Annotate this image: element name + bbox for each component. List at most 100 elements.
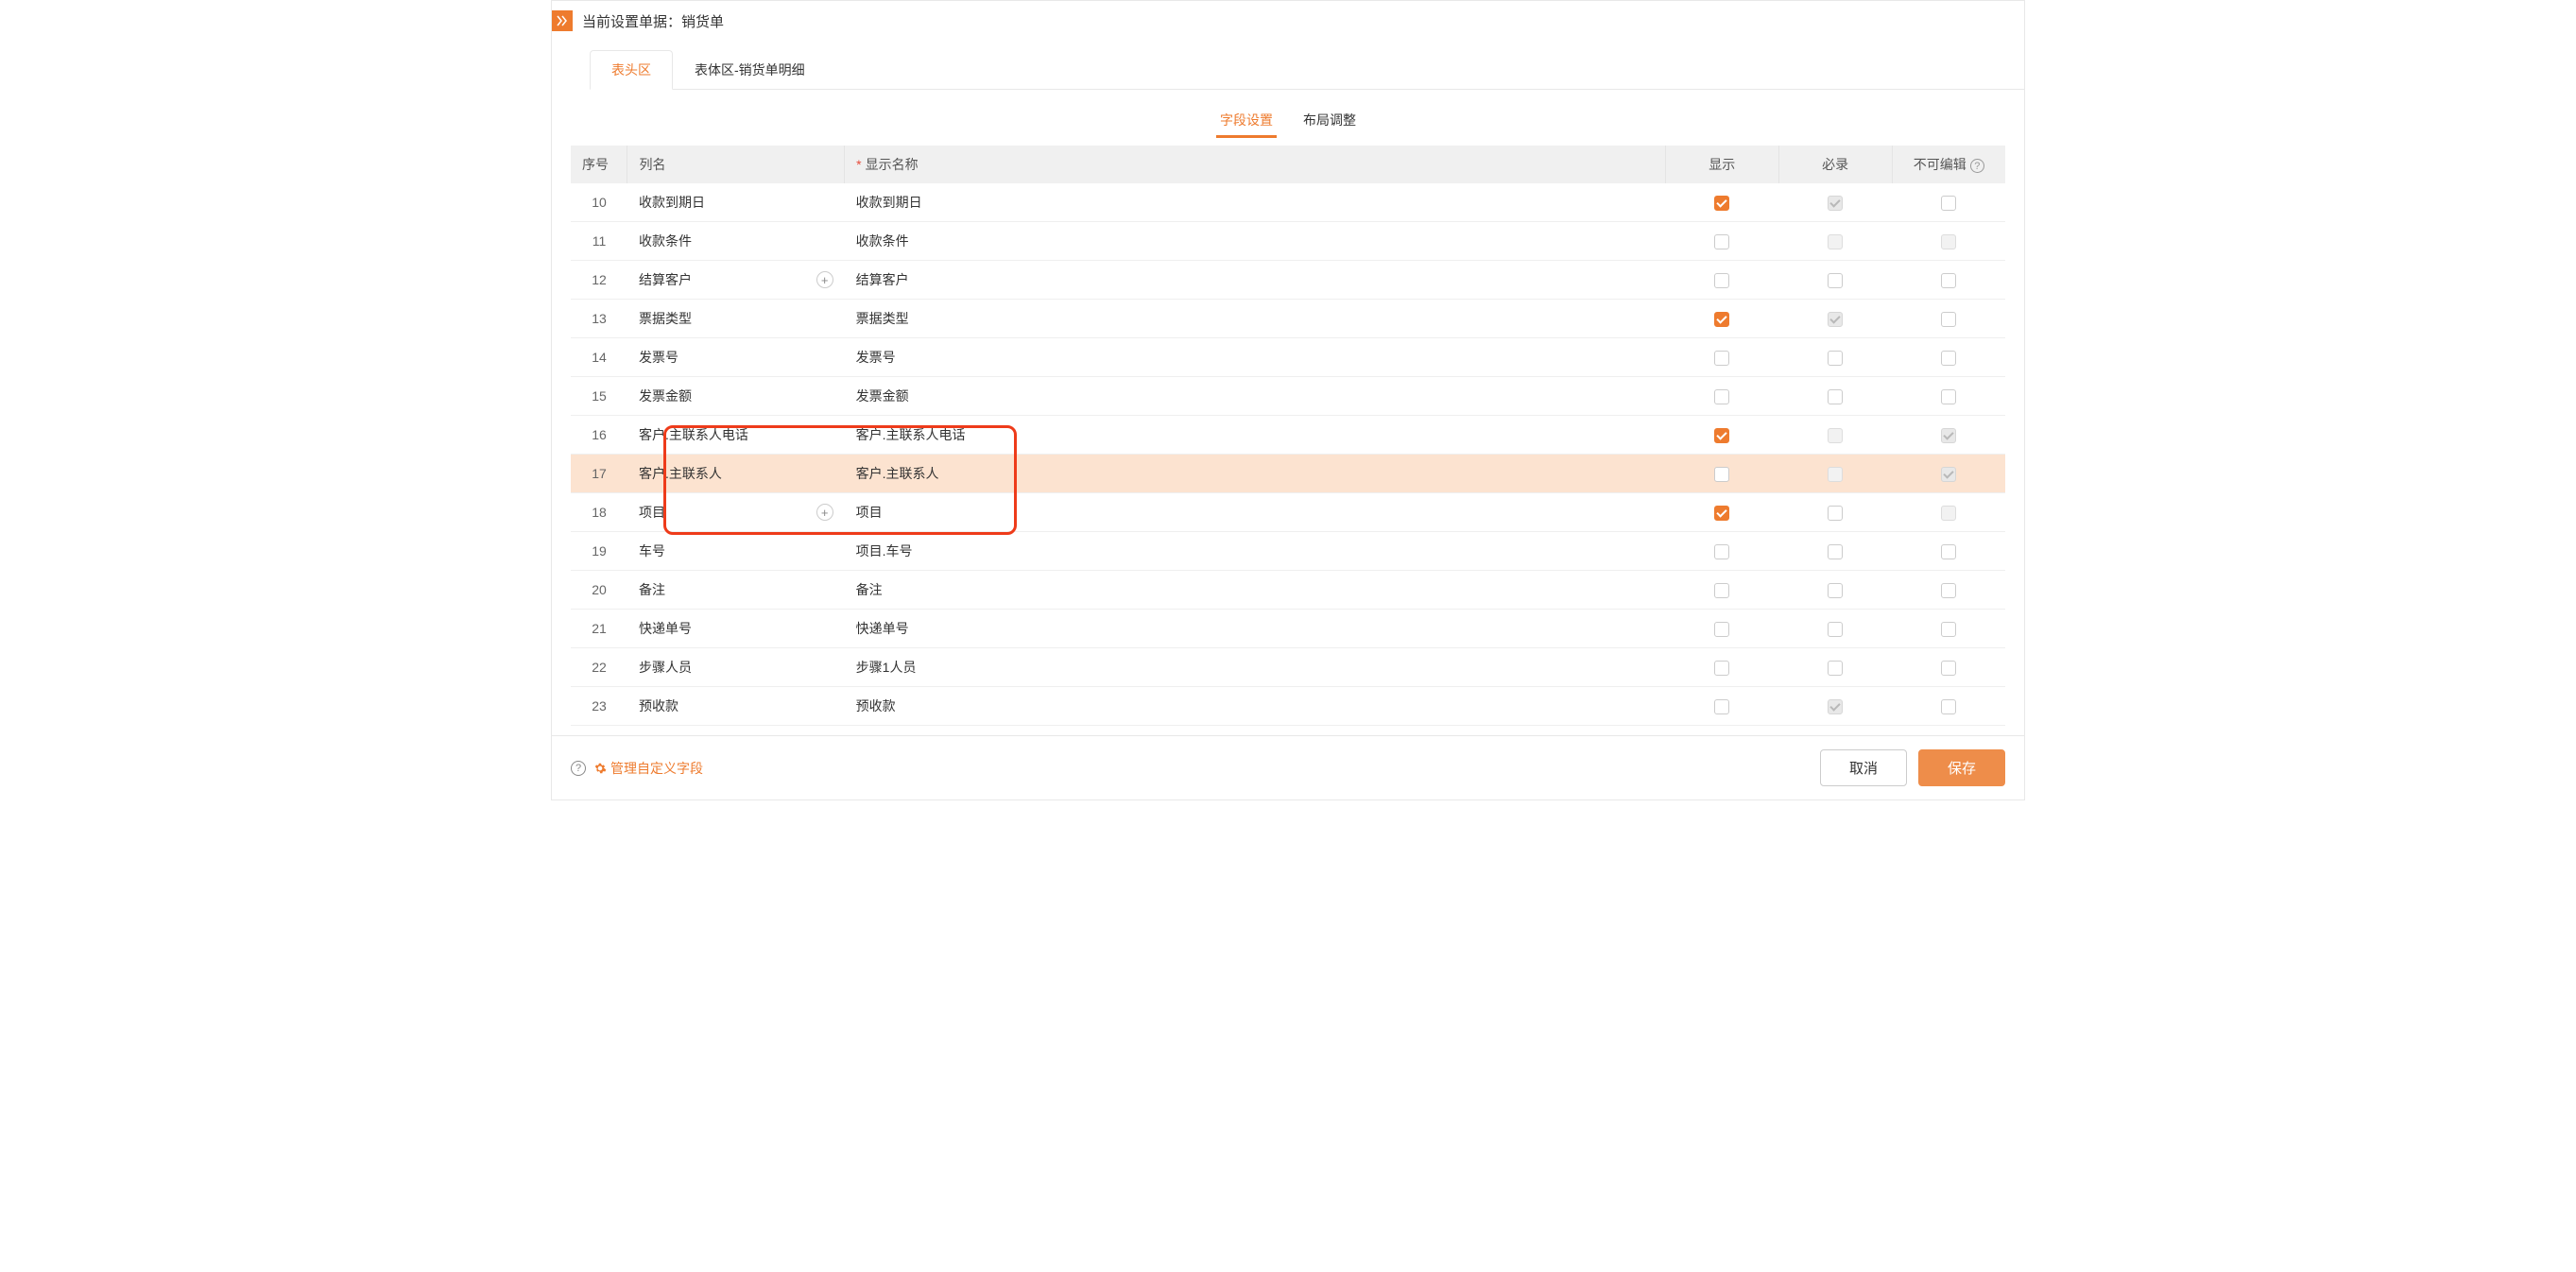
row-required-cell	[1778, 455, 1892, 493]
col-header-required: 必录	[1778, 146, 1892, 183]
checkbox-noedit-10[interactable]	[1941, 196, 1956, 211]
row-column-name: 客户.主联系人	[627, 455, 845, 493]
row-column-name: 备注	[627, 571, 845, 610]
checkbox-required-15[interactable]	[1828, 389, 1843, 404]
checkbox-noedit-20[interactable]	[1941, 583, 1956, 598]
row-display-name[interactable]: 快递单号	[845, 610, 1666, 648]
row-display-name[interactable]: 结算客户	[845, 261, 1666, 300]
sub-tab-0[interactable]: 字段设置	[1216, 105, 1277, 138]
row-column-name: 客户.主联系人电话	[627, 416, 845, 455]
row-display-name[interactable]: 项目	[845, 493, 1666, 532]
row-display-name[interactable]: 发票金额	[845, 377, 1666, 416]
checkbox-required-20[interactable]	[1828, 583, 1843, 598]
checkbox-noedit-23[interactable]	[1941, 699, 1956, 714]
table-row: 16客户.主联系人电话客户.主联系人电话	[571, 416, 2005, 455]
manage-custom-fields-link[interactable]: 管理自定义字段	[593, 759, 703, 778]
row-column-name: 预收款	[627, 687, 845, 726]
row-display-name[interactable]: 备注	[845, 571, 1666, 610]
sub-tab-1[interactable]: 布局调整	[1299, 105, 1360, 138]
row-required-cell	[1778, 610, 1892, 648]
row-required-cell	[1778, 687, 1892, 726]
manage-custom-fields-label: 管理自定义字段	[610, 759, 703, 778]
row-noedit-cell	[1892, 261, 2005, 300]
row-show-cell	[1665, 493, 1778, 532]
checkbox-show-10[interactable]	[1714, 196, 1729, 211]
checkbox-required-22[interactable]	[1828, 661, 1843, 676]
row-display-name[interactable]: 预收款	[845, 687, 1666, 726]
col-header-noedit-label: 不可编辑	[1914, 157, 1966, 172]
checkbox-show-11[interactable]	[1714, 234, 1729, 249]
checkbox-noedit-21[interactable]	[1941, 622, 1956, 637]
checkbox-noedit-22[interactable]	[1941, 661, 1956, 676]
row-column-name: 步骤人员	[627, 648, 845, 687]
checkbox-required-13	[1828, 312, 1843, 327]
row-noedit-cell	[1892, 571, 2005, 610]
row-show-cell	[1665, 222, 1778, 261]
main-tab-0[interactable]: 表头区	[590, 50, 673, 90]
checkbox-show-17[interactable]	[1714, 467, 1729, 482]
row-display-name[interactable]: 客户.主联系人电话	[845, 416, 1666, 455]
table-row: 20备注备注	[571, 571, 2005, 610]
add-child-field-button[interactable]: +	[816, 504, 833, 521]
add-child-field-button[interactable]: +	[816, 271, 833, 288]
checkbox-required-12[interactable]	[1828, 273, 1843, 288]
expand-panel-button[interactable]	[552, 10, 573, 31]
checkbox-show-20[interactable]	[1714, 583, 1729, 598]
checkbox-show-13[interactable]	[1714, 312, 1729, 327]
checkbox-required-18[interactable]	[1828, 506, 1843, 521]
checkbox-required-23	[1828, 699, 1843, 714]
column-name-label: 票据类型	[639, 309, 692, 328]
row-display-name[interactable]: 项目.车号	[845, 532, 1666, 571]
help-icon[interactable]: ?	[1970, 159, 1984, 173]
checkbox-noedit-19[interactable]	[1941, 544, 1956, 559]
checkbox-show-18[interactable]	[1714, 506, 1729, 521]
checkbox-noedit-15[interactable]	[1941, 389, 1956, 404]
checkbox-required-19[interactable]	[1828, 544, 1843, 559]
checkbox-show-22[interactable]	[1714, 661, 1729, 676]
question-icon[interactable]: ?	[571, 761, 586, 776]
sub-tabs: 字段设置布局调整	[552, 105, 2024, 138]
row-required-cell	[1778, 300, 1892, 338]
checkbox-noedit-13[interactable]	[1941, 312, 1956, 327]
checkbox-noedit-14[interactable]	[1941, 351, 1956, 366]
row-display-name[interactable]: 步骤1人员	[845, 648, 1666, 687]
table-row: 13票据类型票据类型	[571, 300, 2005, 338]
table-row: 17客户.主联系人客户.主联系人	[571, 455, 2005, 493]
checkbox-required-14[interactable]	[1828, 351, 1843, 366]
column-name-label: 车号	[639, 541, 665, 560]
row-required-cell	[1778, 648, 1892, 687]
checkbox-show-23[interactable]	[1714, 699, 1729, 714]
row-required-cell	[1778, 532, 1892, 571]
cancel-button[interactable]: 取消	[1820, 749, 1907, 786]
checkbox-show-16[interactable]	[1714, 428, 1729, 443]
row-required-cell	[1778, 377, 1892, 416]
checkbox-show-15[interactable]	[1714, 389, 1729, 404]
checkbox-required-17	[1828, 467, 1843, 482]
row-seq: 12	[571, 261, 627, 300]
row-show-cell	[1665, 687, 1778, 726]
column-name-label: 发票金额	[639, 387, 692, 405]
main-tab-1[interactable]: 表体区-销货单明细	[673, 50, 827, 89]
save-button[interactable]: 保存	[1918, 749, 2005, 786]
checkbox-noedit-12[interactable]	[1941, 273, 1956, 288]
row-display-name[interactable]: 收款到期日	[845, 183, 1666, 222]
checkbox-show-21[interactable]	[1714, 622, 1729, 637]
row-seq: 10	[571, 183, 627, 222]
double-chevron-right-icon	[557, 15, 568, 26]
checkbox-show-19[interactable]	[1714, 544, 1729, 559]
checkbox-show-12[interactable]	[1714, 273, 1729, 288]
row-column-name: 车号	[627, 532, 845, 571]
col-header-display-label: 显示名称	[866, 157, 919, 172]
checkbox-show-14[interactable]	[1714, 351, 1729, 366]
table-row: 19车号项目.车号	[571, 532, 2005, 571]
row-display-name[interactable]: 票据类型	[845, 300, 1666, 338]
col-header-name: 列名	[627, 146, 845, 183]
row-display-name[interactable]: 收款条件	[845, 222, 1666, 261]
checkbox-required-10	[1828, 196, 1843, 211]
col-header-seq: 序号	[571, 146, 627, 183]
checkbox-noedit-17	[1941, 467, 1956, 482]
row-display-name[interactable]: 发票号	[845, 338, 1666, 377]
checkbox-required-21[interactable]	[1828, 622, 1843, 637]
row-display-name[interactable]: 客户.主联系人	[845, 455, 1666, 493]
page-title-label: 当前设置单据：	[582, 14, 681, 30]
